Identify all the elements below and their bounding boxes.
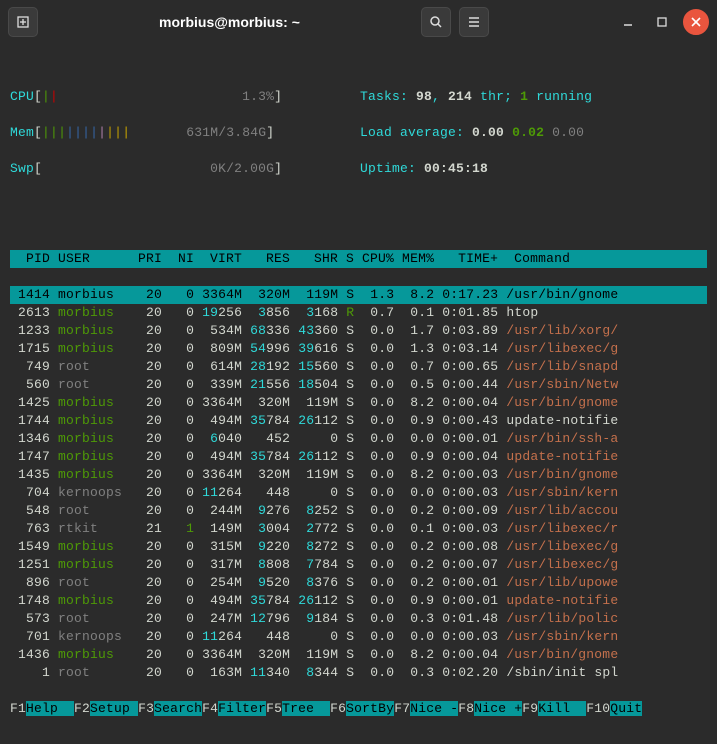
loadavg-line: Load average: 0.00 0.02 0.00 bbox=[360, 124, 707, 142]
table-row[interactable]: 701 kernoops 20 0 11264 448 0 S 0.0 0.0 … bbox=[10, 628, 707, 646]
uptime-line: Uptime: 00:45:18 bbox=[360, 160, 707, 178]
table-row[interactable]: 1435 morbius 20 0 3364M 320M 119M S 0.0 … bbox=[10, 466, 707, 484]
table-row[interactable]: 2613 morbius 20 0 19256 3856 3168 R 0.7 … bbox=[10, 304, 707, 322]
hamburger-icon bbox=[467, 15, 481, 29]
mem-meter: Mem[||||||||||| 631M/3.84G] bbox=[10, 124, 310, 142]
menu-button[interactable] bbox=[459, 7, 489, 37]
table-row[interactable]: 560 root 20 0 339M 21556 18504 S 0.0 0.5… bbox=[10, 376, 707, 394]
table-row[interactable]: 1414 morbius 20 0 3364M 320M 119M S 1.3 … bbox=[10, 286, 707, 304]
close-icon bbox=[691, 17, 701, 27]
search-button[interactable] bbox=[421, 7, 451, 37]
table-row[interactable]: 1233 morbius 20 0 534M 68336 43360 S 0.0… bbox=[10, 322, 707, 340]
window-title: morbius@morbius: ~ bbox=[46, 14, 413, 30]
table-row[interactable]: 1549 morbius 20 0 315M 9220 8272 S 0.0 0… bbox=[10, 538, 707, 556]
new-tab-icon bbox=[16, 15, 30, 29]
minimize-button[interactable] bbox=[615, 9, 641, 35]
table-row[interactable]: 1715 morbius 20 0 809M 54996 39616 S 0.0… bbox=[10, 340, 707, 358]
new-tab-button[interactable] bbox=[8, 7, 38, 37]
table-row[interactable]: 548 root 20 0 244M 9276 8252 S 0.0 0.2 0… bbox=[10, 502, 707, 520]
table-row[interactable]: 1425 morbius 20 0 3364M 320M 119M S 0.0 … bbox=[10, 394, 707, 412]
table-row[interactable]: 1 root 20 0 163M 11340 8344 S 0.0 0.3 0:… bbox=[10, 664, 707, 682]
close-button[interactable] bbox=[683, 9, 709, 35]
tasks-line: Tasks: 98, 214 thr; 1 running bbox=[360, 88, 707, 106]
table-row[interactable]: 1748 morbius 20 0 494M 35784 26112 S 0.0… bbox=[10, 592, 707, 610]
terminal-output[interactable]: CPU[|| 1.3%] Mem[||||||||||| 631M/3.84G]… bbox=[0, 44, 717, 744]
table-row[interactable]: 1251 morbius 20 0 317M 8808 7784 S 0.0 0… bbox=[10, 556, 707, 574]
table-row[interactable]: 573 root 20 0 247M 12796 9184 S 0.0 0.3 … bbox=[10, 610, 707, 628]
cpu-meter: CPU[|| 1.3%] bbox=[10, 88, 310, 106]
function-keys[interactable]: F1Help F2Setup F3SearchF4FilterF5Tree F6… bbox=[10, 700, 707, 718]
process-list[interactable]: 1414 morbius 20 0 3364M 320M 119M S 1.3 … bbox=[10, 286, 707, 682]
blank-line bbox=[10, 214, 707, 232]
table-row[interactable]: 763 rtkit 21 1 149M 3004 2772 S 0.0 0.1 … bbox=[10, 520, 707, 538]
meters-section: CPU[|| 1.3%] Mem[||||||||||| 631M/3.84G]… bbox=[10, 70, 707, 196]
search-icon bbox=[429, 15, 443, 29]
window-titlebar: morbius@morbius: ~ bbox=[0, 0, 717, 44]
table-row[interactable]: 749 root 20 0 614M 28192 15560 S 0.0 0.7… bbox=[10, 358, 707, 376]
table-row[interactable]: 1346 morbius 20 0 6040 452 0 S 0.0 0.0 0… bbox=[10, 430, 707, 448]
table-row[interactable]: 1747 morbius 20 0 494M 35784 26112 S 0.0… bbox=[10, 448, 707, 466]
column-header[interactable]: PID USER PRI NI VIRT RES SHR S CPU% MEM%… bbox=[10, 250, 707, 268]
maximize-icon bbox=[656, 16, 668, 28]
table-row[interactable]: 1744 morbius 20 0 494M 35784 26112 S 0.0… bbox=[10, 412, 707, 430]
table-row[interactable]: 896 root 20 0 254M 9520 8376 S 0.0 0.2 0… bbox=[10, 574, 707, 592]
maximize-button[interactable] bbox=[649, 9, 675, 35]
table-row[interactable]: 1436 morbius 20 0 3364M 320M 119M S 0.0 … bbox=[10, 646, 707, 664]
table-row[interactable]: 704 kernoops 20 0 11264 448 0 S 0.0 0.0 … bbox=[10, 484, 707, 502]
minimize-icon bbox=[622, 16, 634, 28]
swp-meter: Swp[ 0K/2.00G] bbox=[10, 160, 310, 178]
